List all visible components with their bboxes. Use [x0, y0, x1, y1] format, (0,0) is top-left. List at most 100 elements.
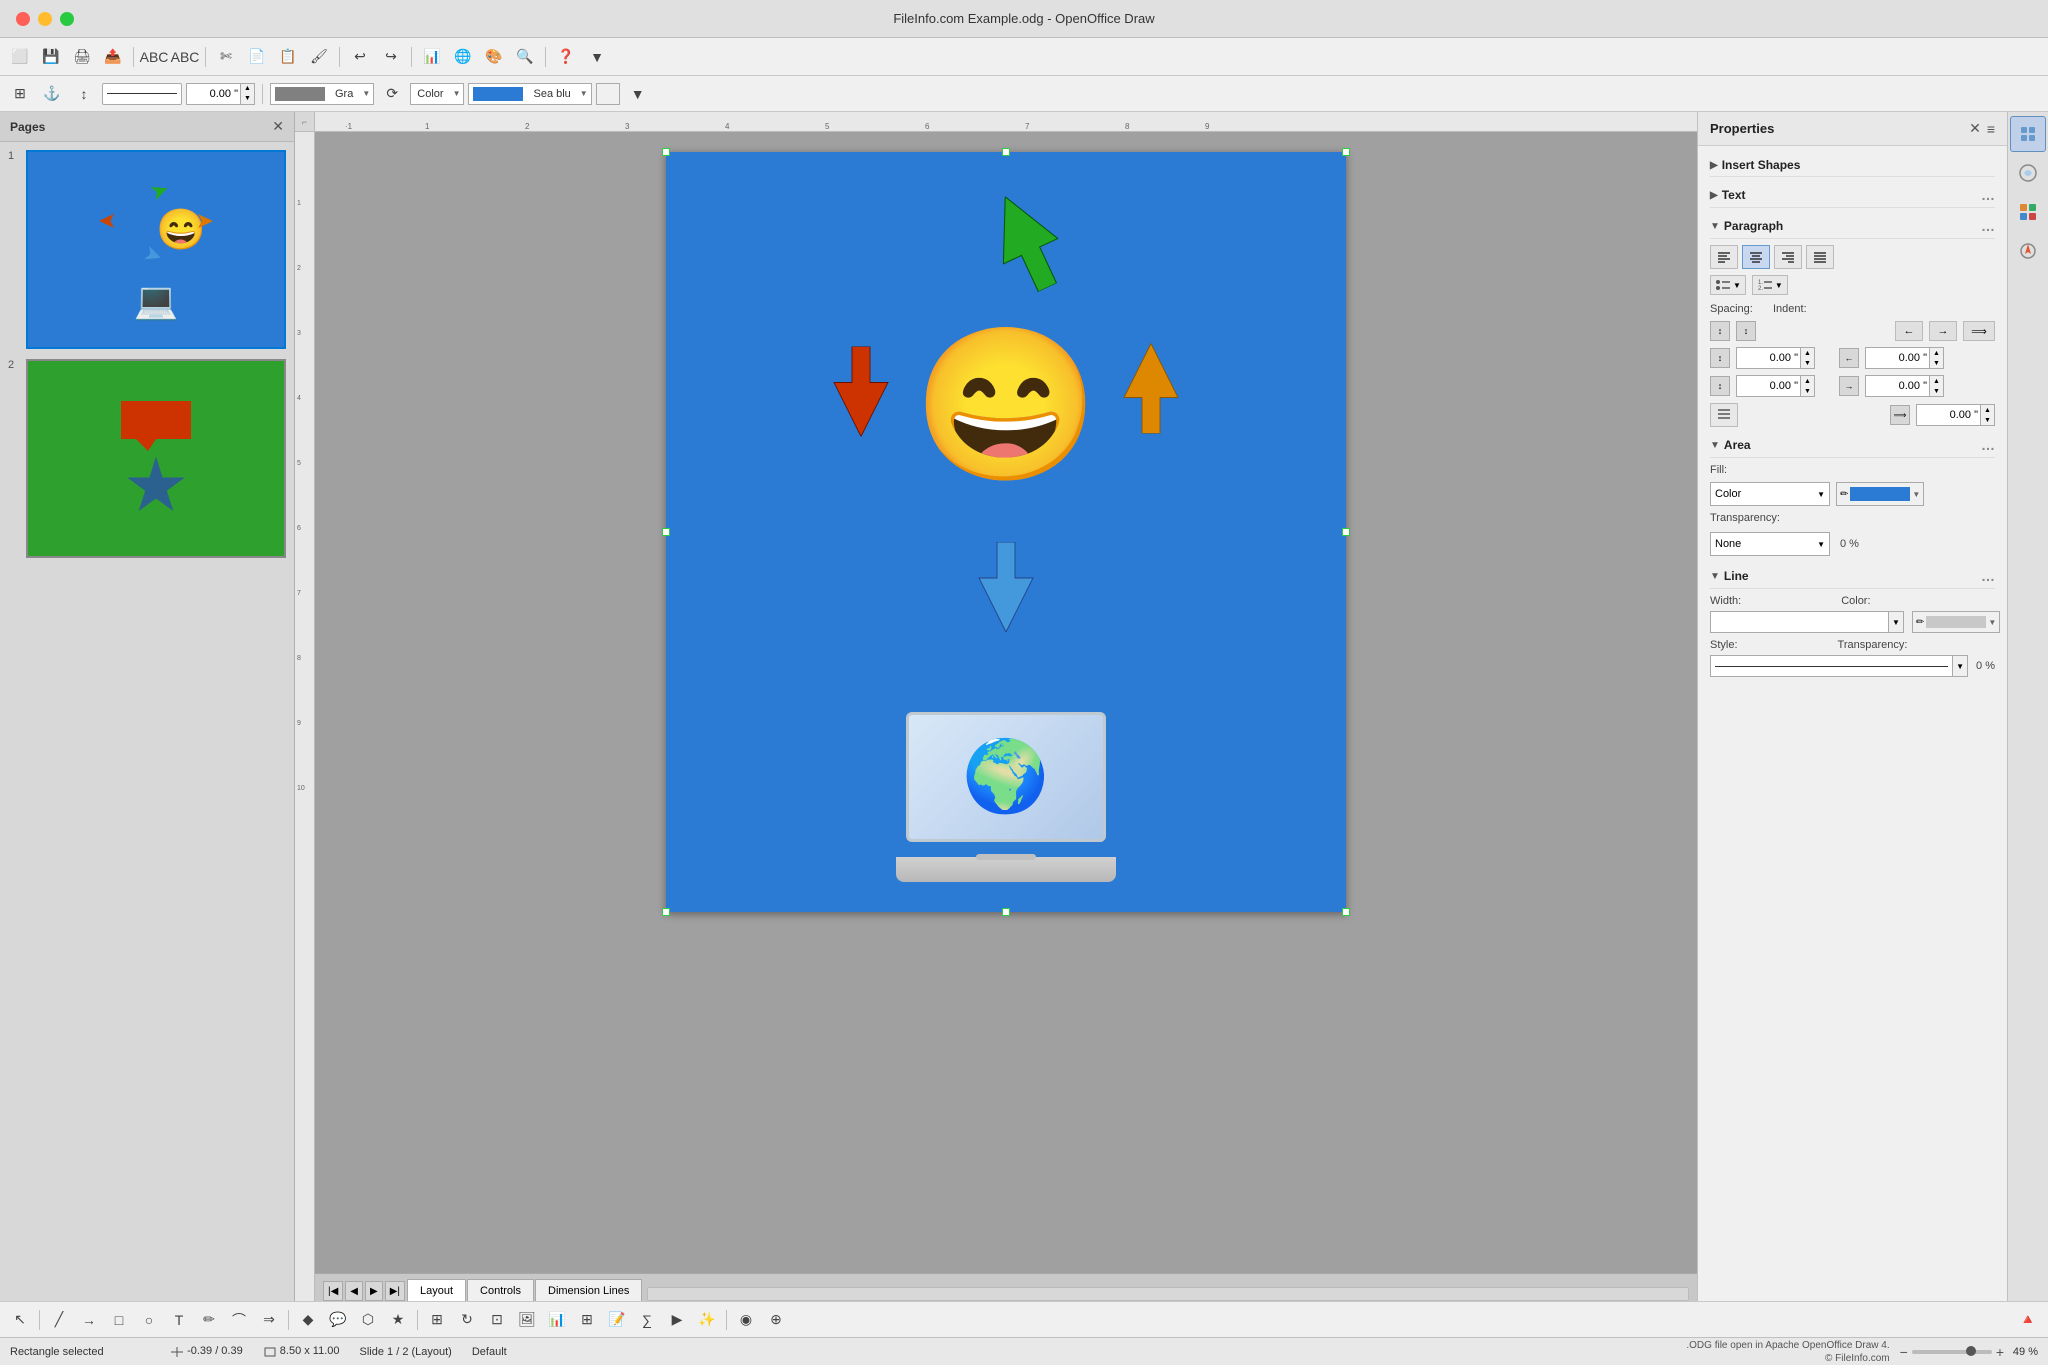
spacing-input-1[interactable] [1736, 347, 1801, 369]
callout-btn[interactable]: 💬 [324, 1307, 352, 1333]
indent-left-arrow[interactable]: ← [1895, 321, 1923, 341]
close-button[interactable] [16, 12, 30, 26]
paragraph-section-header[interactable]: ▼ Paragraph … [1710, 214, 1995, 239]
line-more-icon[interactable]: … [1981, 568, 1995, 584]
handle-bottom-left[interactable] [662, 908, 670, 916]
spacing-up-1[interactable]: ▲ [1801, 348, 1814, 358]
zoom-btn[interactable]: 🔍 [511, 44, 539, 70]
select-tool[interactable]: ↖ [6, 1307, 34, 1333]
line-width-input[interactable]: 0.00 " [186, 83, 241, 105]
side-navigator-icon[interactable] [2010, 233, 2046, 269]
copy-btn[interactable]: 📄 [243, 44, 271, 70]
line-section-header[interactable]: ▼ Line … [1710, 564, 1995, 589]
ordered-list-btn[interactable]: 1.2. ▼ [1752, 275, 1788, 295]
paragraph-more-icon[interactable]: … [1981, 218, 1995, 234]
globe-btn[interactable]: 🌐 [449, 44, 477, 70]
rotate-btn[interactable]: ↻ [453, 1307, 481, 1333]
slide-canvas[interactable]: 😄 [666, 152, 1346, 912]
align-justify-btn[interactable] [1806, 245, 1834, 269]
indent-input-1[interactable] [1865, 347, 1930, 369]
properties-lines-button[interactable]: ≡ [1987, 120, 1995, 137]
text-tool[interactable]: T [165, 1307, 193, 1333]
page-1-preview[interactable]: ➤ ➤ 😄 ➤ ➤ 💻 [26, 150, 286, 349]
page-nav-next[interactable]: ▶ [365, 1281, 383, 1301]
line-width-up[interactable]: ▲ [241, 84, 254, 94]
spell2-btn[interactable]: ABC [171, 44, 199, 70]
side-gallery-icon[interactable] [2010, 194, 2046, 230]
spacing-up-2[interactable]: ▲ [1801, 376, 1814, 386]
unordered-list-btn[interactable]: ▼ [1710, 275, 1746, 295]
table-btn[interactable]: ⊞ [573, 1307, 601, 1333]
side-styles-icon[interactable] [2010, 155, 2046, 191]
handle-middle-left[interactable] [662, 528, 670, 536]
curves-tool[interactable]: ⌒ [225, 1307, 253, 1333]
insert-shapes-section-header[interactable]: ▶ Insert Shapes [1710, 154, 1995, 177]
handle-top-center[interactable] [1002, 148, 1010, 156]
more-tb2-btn[interactable]: ▼ [624, 81, 652, 107]
indent-input-2[interactable] [1865, 375, 1930, 397]
text-box-btn[interactable]: 📝 [603, 1307, 631, 1333]
page-nav-prev[interactable]: ◀ [345, 1281, 363, 1301]
line-color-mode-dropdown[interactable]: Color ▼ [410, 83, 464, 105]
connector-tool[interactable]: ⇒ [255, 1307, 283, 1333]
line-width-spinner[interactable]: 0.00 " ▲ ▼ [186, 83, 255, 105]
text-section-header[interactable]: ▶ Text … [1710, 183, 1995, 208]
first-line-up[interactable]: ▲ [1981, 405, 1994, 415]
image-btn[interactable]: 🖼 [513, 1307, 541, 1333]
view-btn[interactable]: ⊞ [6, 81, 34, 107]
line-spacing-btn[interactable] [1710, 403, 1738, 427]
handle-top-left[interactable] [662, 148, 670, 156]
spacing-down-2[interactable]: ▼ [1801, 386, 1814, 396]
point-edit-btn[interactable]: ◉ [732, 1307, 760, 1333]
transparency-type-dropdown[interactable]: None ▼ [1710, 532, 1830, 556]
anchor-btn[interactable]: ⚓ [38, 81, 66, 107]
handle-bottom-right[interactable] [1342, 908, 1350, 916]
zoom-out-button[interactable]: − [1900, 1344, 1908, 1360]
chart-draw-btn[interactable]: 📊 [543, 1307, 571, 1333]
text-more-icon[interactable]: … [1981, 187, 1995, 203]
handle-bottom-center[interactable] [1002, 908, 1010, 916]
export-btn[interactable]: 📤 [99, 44, 127, 70]
chart-btn[interactable]: 📊 [418, 44, 446, 70]
shapes-btn[interactable]: ◆ [294, 1307, 322, 1333]
cut-btn[interactable]: ✄ [212, 44, 240, 70]
horizontal-scrollbar[interactable] [647, 1287, 1689, 1301]
page-2-preview[interactable] [26, 359, 286, 558]
page-nav-first[interactable]: |◀ [323, 1281, 343, 1301]
crop-btn[interactable]: ⊡ [483, 1307, 511, 1333]
more-btn[interactable]: ▼ [583, 44, 611, 70]
indent-up-1[interactable]: ▲ [1930, 348, 1943, 358]
arrow-tool[interactable]: → [75, 1307, 103, 1333]
spacing-below-icon[interactable]: ↕ [1736, 321, 1756, 341]
print-btn[interactable]: 🖨 [68, 44, 96, 70]
handle-top-right[interactable] [1342, 148, 1350, 156]
maximize-button[interactable] [60, 12, 74, 26]
help-btn[interactable]: ❓ [552, 44, 580, 70]
ellipse-tool[interactable]: ○ [135, 1307, 163, 1333]
formula-btn[interactable]: ∑ [633, 1307, 661, 1333]
spacing-above-icon[interactable]: ↕ [1710, 321, 1730, 341]
fill-type-dropdown[interactable]: Color ▼ [1710, 482, 1830, 506]
align-right-btn[interactable] [1774, 245, 1802, 269]
line-color-dropdown[interactable]: Sea blu ▼ [468, 83, 591, 105]
spellcheck-btn[interactable]: ABC [140, 44, 168, 70]
first-line-down[interactable]: ▼ [1981, 415, 1994, 425]
properties-close-button[interactable]: ✕ [1969, 120, 1981, 137]
line-tool[interactable]: ╱ [45, 1307, 73, 1333]
align-left-btn[interactable] [1710, 245, 1738, 269]
line-style-box[interactable] [102, 83, 182, 105]
area-more-icon[interactable]: … [1981, 437, 1995, 453]
tab-dimension-lines[interactable]: Dimension Lines [535, 1279, 642, 1301]
minimize-button[interactable] [38, 12, 52, 26]
area-section-header[interactable]: ▼ Area … [1710, 433, 1995, 458]
glue-btn[interactable]: ⊕ [762, 1307, 790, 1333]
snap-grid-btn[interactable]: ⊞ [423, 1307, 451, 1333]
refresh-color-btn[interactable]: ⟳ [378, 81, 406, 107]
toggle-extrusion-btn[interactable]: 🔺 [2014, 1307, 2042, 1333]
undo-btn[interactable]: ↩ [346, 44, 374, 70]
line-width-down[interactable]: ▼ [241, 94, 254, 104]
tab-controls[interactable]: Controls [467, 1279, 534, 1301]
indent-down-2[interactable]: ▼ [1930, 386, 1943, 396]
line-width-dropdown-arrow[interactable]: ▼ [1889, 611, 1904, 633]
zoom-in-button[interactable]: + [1996, 1344, 2004, 1360]
